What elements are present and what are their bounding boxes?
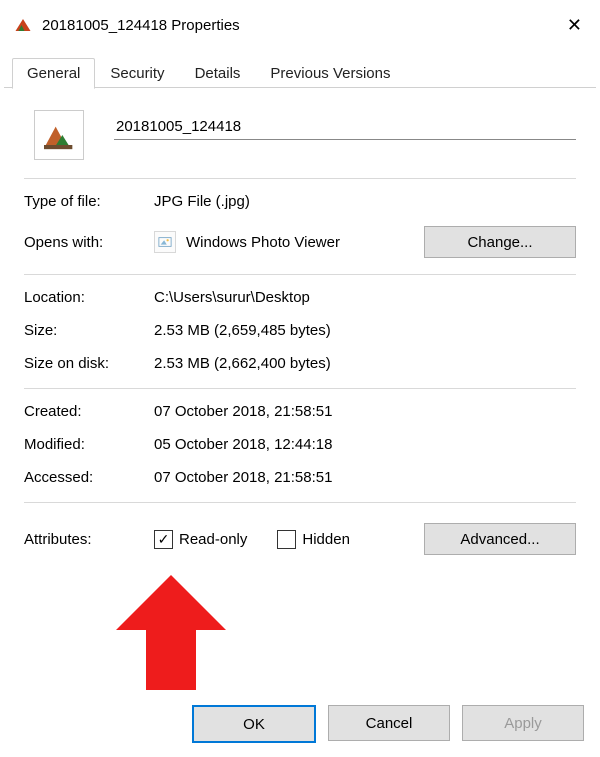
row-opens-with: Opens with: Windows Photo Viewer Change.… (24, 218, 576, 266)
label-modified: Modified: (24, 436, 154, 453)
divider (24, 274, 576, 275)
label-opens-with: Opens with: (24, 234, 154, 251)
file-header: 20181005_124418 (24, 104, 576, 170)
dialog-buttons: OK Cancel Apply (192, 705, 584, 743)
tab-strip: General Security Details Previous Versio… (0, 50, 600, 88)
value-accessed: 07 October 2018, 21:58:51 (154, 469, 576, 486)
apply-button[interactable]: Apply (462, 705, 584, 741)
divider (24, 502, 576, 503)
photo-viewer-icon (154, 231, 176, 253)
row-modified: Modified: 05 October 2018, 12:44:18 (24, 428, 576, 461)
window-icon (14, 16, 32, 34)
file-name-field[interactable]: 20181005_124418 (114, 114, 576, 140)
divider (24, 178, 576, 179)
cancel-button[interactable]: Cancel (328, 705, 450, 741)
window-title: 20181005_124418 Properties (42, 17, 561, 34)
label-created: Created: (24, 403, 154, 420)
title-bar: 20181005_124418 Properties ✕ (0, 0, 600, 50)
value-modified: 05 October 2018, 12:44:18 (154, 436, 576, 453)
hidden-label: Hidden (302, 531, 350, 548)
value-opens-with: Windows Photo Viewer (186, 234, 340, 251)
advanced-button[interactable]: Advanced... (424, 523, 576, 555)
row-attributes: Attributes: Read-only Hidden Advanced... (24, 509, 576, 563)
close-button[interactable]: ✕ (561, 14, 588, 36)
label-size: Size: (24, 322, 154, 339)
value-location: C:\Users\surur\Desktop (154, 289, 576, 306)
file-thumbnail-icon (34, 110, 84, 160)
read-only-label: Read-only (179, 531, 247, 548)
value-type-of-file: JPG File (.jpg) (154, 193, 576, 210)
divider (24, 388, 576, 389)
row-size-on-disk: Size on disk: 2.53 MB (2,662,400 bytes) (24, 347, 576, 380)
value-created: 07 October 2018, 21:58:51 (154, 403, 576, 420)
tab-details[interactable]: Details (180, 58, 256, 88)
hidden-checkbox[interactable] (277, 530, 296, 549)
row-size: Size: 2.53 MB (2,659,485 bytes) (24, 314, 576, 347)
tab-security[interactable]: Security (95, 58, 179, 88)
annotation-arrow-icon (116, 575, 226, 690)
row-accessed: Accessed: 07 October 2018, 21:58:51 (24, 461, 576, 494)
general-panel: 20181005_124418 Type of file: JPG File (… (0, 88, 600, 563)
tab-general[interactable]: General (12, 58, 95, 89)
label-location: Location: (24, 289, 154, 306)
value-size: 2.53 MB (2,659,485 bytes) (154, 322, 576, 339)
row-created: Created: 07 October 2018, 21:58:51 (24, 395, 576, 428)
tab-previous-versions[interactable]: Previous Versions (255, 58, 405, 88)
ok-button[interactable]: OK (192, 705, 316, 743)
label-attributes: Attributes: (24, 531, 154, 548)
row-type-of-file: Type of file: JPG File (.jpg) (24, 185, 576, 218)
label-accessed: Accessed: (24, 469, 154, 486)
row-location: Location: C:\Users\surur\Desktop (24, 281, 576, 314)
label-size-on-disk: Size on disk: (24, 355, 154, 372)
change-button[interactable]: Change... (424, 226, 576, 258)
read-only-checkbox[interactable] (154, 530, 173, 549)
value-size-on-disk: 2.53 MB (2,662,400 bytes) (154, 355, 576, 372)
label-type-of-file: Type of file: (24, 193, 154, 210)
